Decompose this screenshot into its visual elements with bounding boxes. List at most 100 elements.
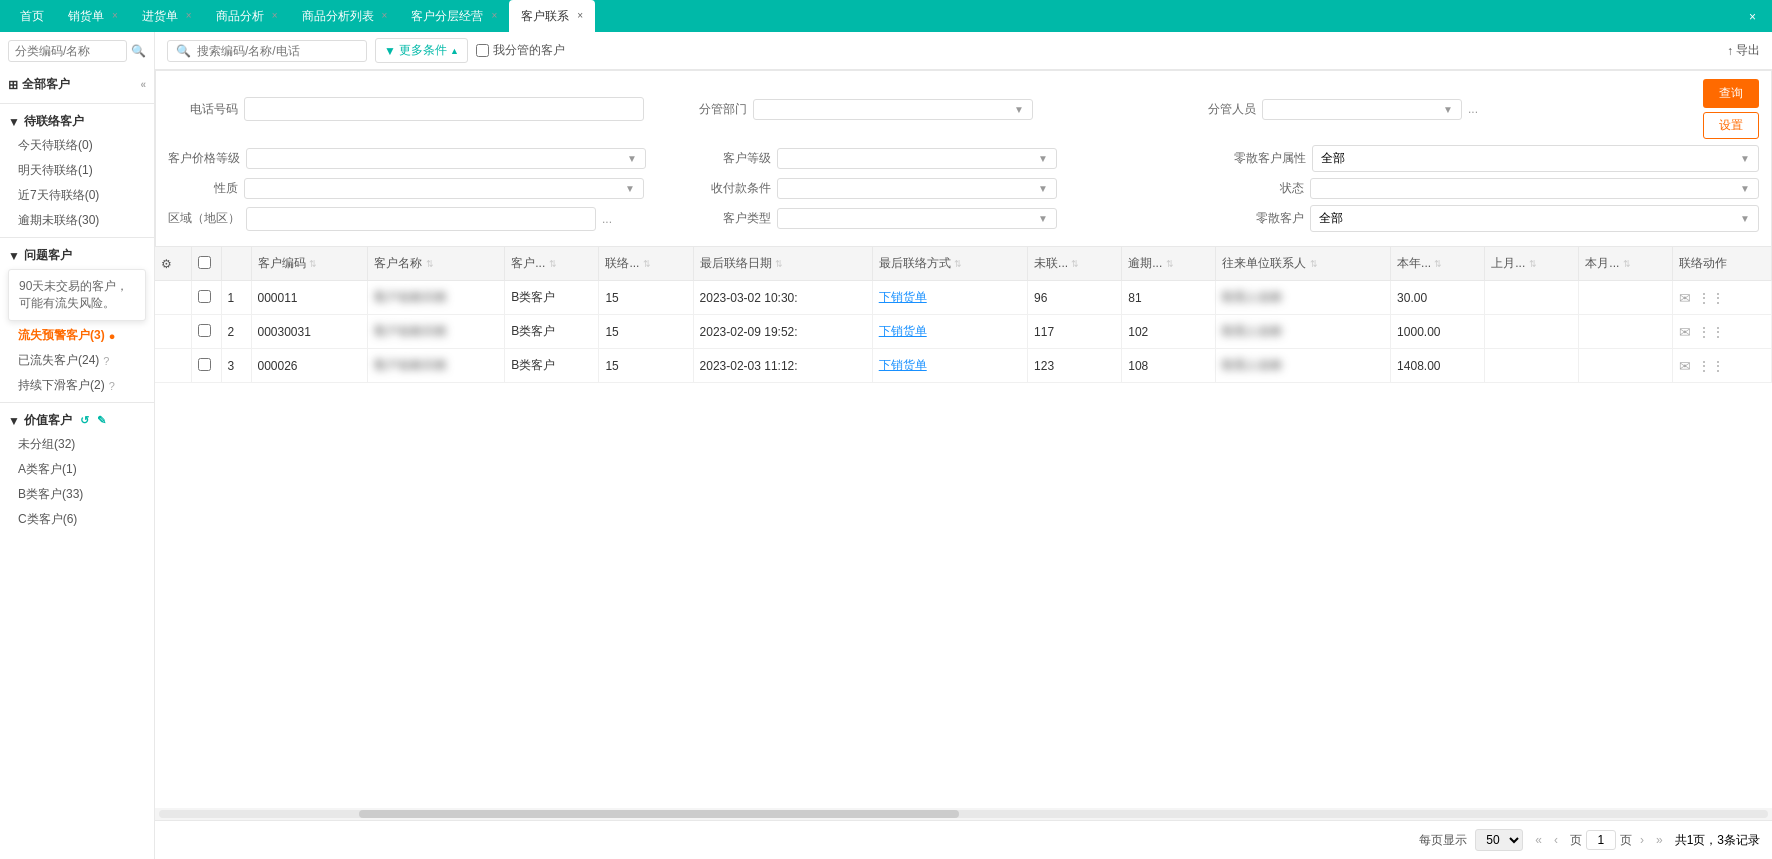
sidebar-search-input[interactable] (8, 40, 127, 62)
cell-last-method[interactable]: 下销货单 (872, 281, 1027, 315)
horizontal-scrollbar[interactable] (155, 808, 1772, 820)
cell-checkbox[interactable] (191, 281, 221, 315)
filter-manager-select[interactable]: ▼ (1262, 99, 1462, 120)
action-more-icon[interactable]: ⋮⋮ (1697, 290, 1725, 306)
action-message-icon[interactable]: ✉ (1679, 358, 1691, 374)
edit-icon[interactable]: ✎ (97, 414, 106, 427)
query-button[interactable]: 查询 (1703, 79, 1759, 108)
sidebar-item-churn-warning[interactable]: 流失预警客户(3) ● (0, 323, 154, 348)
filter-price-level-select[interactable]: ▼ (246, 148, 646, 169)
sidebar-group-value[interactable]: ▼ 价值客户 ↺ ✎ (0, 407, 154, 432)
action-message-icon[interactable]: ✉ (1679, 324, 1691, 340)
last-page-button[interactable]: » (1652, 831, 1667, 849)
manager-more-button[interactable]: ... (1468, 102, 1478, 116)
sidebar-group-problem[interactable]: ▼ 问题客户 (0, 242, 154, 267)
sidebar-item-churned[interactable]: 已流失客户(24) ? (0, 348, 154, 373)
sidebar-item-today[interactable]: 今天待联络(0) (0, 133, 154, 158)
col-last-date[interactable]: 最后联络日期 ⇅ (693, 247, 872, 281)
sidebar-group-pending[interactable]: ▼ 待联络客户 (0, 108, 154, 133)
my-customers-checkbox-label[interactable]: 我分管的客户 (476, 42, 565, 59)
row-checkbox[interactable] (198, 324, 211, 337)
sidebar-item-ungrouped[interactable]: 未分组(32) (0, 432, 154, 457)
col-last-month[interactable]: 上月... ⇅ (1485, 247, 1579, 281)
sidebar-item-b-class[interactable]: B类客户(33) (0, 482, 154, 507)
churn-warning-icon[interactable]: ● (109, 330, 116, 342)
col-type[interactable]: 客户... ⇅ (505, 247, 599, 281)
col-index (221, 247, 251, 281)
filter-retail-attr-select[interactable]: 全部 ▼ (1312, 145, 1759, 172)
col-contact2[interactable]: 往来单位联系人 ⇅ (1216, 247, 1391, 281)
more-filter-button[interactable]: ▼ 更多条件 ▲ (375, 38, 468, 63)
sidebar-item-overdue[interactable]: 逾期未联络(30) (0, 208, 154, 233)
action-more-icon[interactable]: ⋮⋮ (1697, 324, 1725, 340)
export-button[interactable]: ↑ 导出 (1727, 42, 1760, 59)
col-contact[interactable]: 联络... ⇅ (599, 247, 693, 281)
scrollbar-thumb[interactable] (359, 810, 959, 818)
col-name[interactable]: 客户名称 ⇅ (368, 247, 505, 281)
close-sales-icon[interactable]: × (112, 0, 118, 32)
search-input[interactable] (197, 44, 358, 58)
col-last-method[interactable]: 最后联络方式 ⇅ (872, 247, 1027, 281)
col-settings[interactable]: ⚙ (155, 247, 191, 281)
sidebar-all-customers[interactable]: ⊞ 全部客户 « (0, 70, 154, 99)
nav-customer-tier[interactable]: 客户分层经营 × (399, 0, 509, 32)
close-analysis-icon[interactable]: × (272, 0, 278, 32)
col-checkbox[interactable] (191, 247, 221, 281)
cell-checkbox[interactable] (191, 349, 221, 383)
col-uncontacted[interactable]: 未联... ⇅ (1028, 247, 1122, 281)
sidebar-item-7days[interactable]: 近7天待联络(0) (0, 183, 154, 208)
sort-last-month-icon: ⇅ (1529, 259, 1537, 269)
prev-page-button[interactable]: ‹ (1550, 831, 1562, 849)
table-row: 3 000026 客户名称示例 B类客户 15 2023-02-03 11:12… (155, 349, 1772, 383)
filter-payment-select[interactable]: ▼ (777, 178, 1057, 199)
chevron-down-icon: ▲ (450, 46, 459, 56)
settings-button[interactable]: 设置 (1703, 112, 1759, 139)
close-analysis-list-icon[interactable]: × (382, 0, 388, 32)
declining-icon[interactable]: ? (109, 380, 115, 392)
sidebar-search-icon[interactable]: 🔍 (131, 44, 146, 58)
filter-region-input[interactable] (246, 207, 596, 231)
my-customers-checkbox[interactable] (476, 44, 489, 57)
page-size-select[interactable]: 50 (1475, 829, 1523, 851)
action-more-icon[interactable]: ⋮⋮ (1697, 358, 1725, 374)
col-this-year[interactable]: 本年... ⇅ (1391, 247, 1485, 281)
close-all-button[interactable]: × (1741, 8, 1764, 24)
sidebar-item-tomorrow[interactable]: 明天待联络(1) (0, 158, 154, 183)
cell-last-method[interactable]: 下销货单 (872, 349, 1027, 383)
nav-home[interactable]: 首页 (8, 0, 56, 32)
filter-retail-select[interactable]: 全部 ▼ (1310, 205, 1759, 232)
select-all-checkbox[interactable] (198, 256, 211, 269)
filter-customer-type-select[interactable]: ▼ (777, 208, 1057, 229)
nav-analysis[interactable]: 商品分析 × (204, 0, 290, 32)
filter-phone-input[interactable] (244, 97, 644, 121)
sidebar-item-c-class[interactable]: C类客户(6) (0, 507, 154, 532)
sidebar-item-a-class[interactable]: A类客户(1) (0, 457, 154, 482)
region-more-button[interactable]: ... (602, 212, 612, 226)
col-code[interactable]: 客户编码 ⇅ (251, 247, 368, 281)
col-this-month[interactable]: 本月... ⇅ (1579, 247, 1673, 281)
filter-nature-select[interactable]: ▼ (244, 178, 644, 199)
nav-customer-contact[interactable]: 客户联系 × (509, 0, 595, 32)
close-purchase-icon[interactable]: × (186, 0, 192, 32)
row-checkbox[interactable] (198, 290, 211, 303)
cell-name: 客户名称示例 (368, 281, 505, 315)
page-input[interactable] (1586, 830, 1616, 850)
cell-checkbox[interactable] (191, 315, 221, 349)
col-overdue[interactable]: 逾期... ⇅ (1122, 247, 1216, 281)
filter-customer-level-select[interactable]: ▼ (777, 148, 1057, 169)
action-message-icon[interactable]: ✉ (1679, 290, 1691, 306)
nav-analysis-list[interactable]: 商品分析列表 × (290, 0, 400, 32)
next-page-button[interactable]: › (1636, 831, 1648, 849)
close-customer-contact-icon[interactable]: × (577, 0, 583, 32)
sidebar-item-declining[interactable]: 持续下滑客户(2) ? (0, 373, 154, 398)
row-checkbox[interactable] (198, 358, 211, 371)
filter-status-select[interactable]: ▼ (1310, 178, 1759, 199)
filter-dept-select[interactable]: ▼ (753, 99, 1033, 120)
nav-purchase[interactable]: 进货单 × (130, 0, 204, 32)
first-page-button[interactable]: « (1531, 831, 1546, 849)
close-customer-tier-icon[interactable]: × (491, 0, 497, 32)
churned-icon[interactable]: ? (103, 355, 109, 367)
nav-sales[interactable]: 销货单 × (56, 0, 130, 32)
cell-last-method[interactable]: 下销货单 (872, 315, 1027, 349)
refresh-icon[interactable]: ↺ (80, 414, 89, 427)
